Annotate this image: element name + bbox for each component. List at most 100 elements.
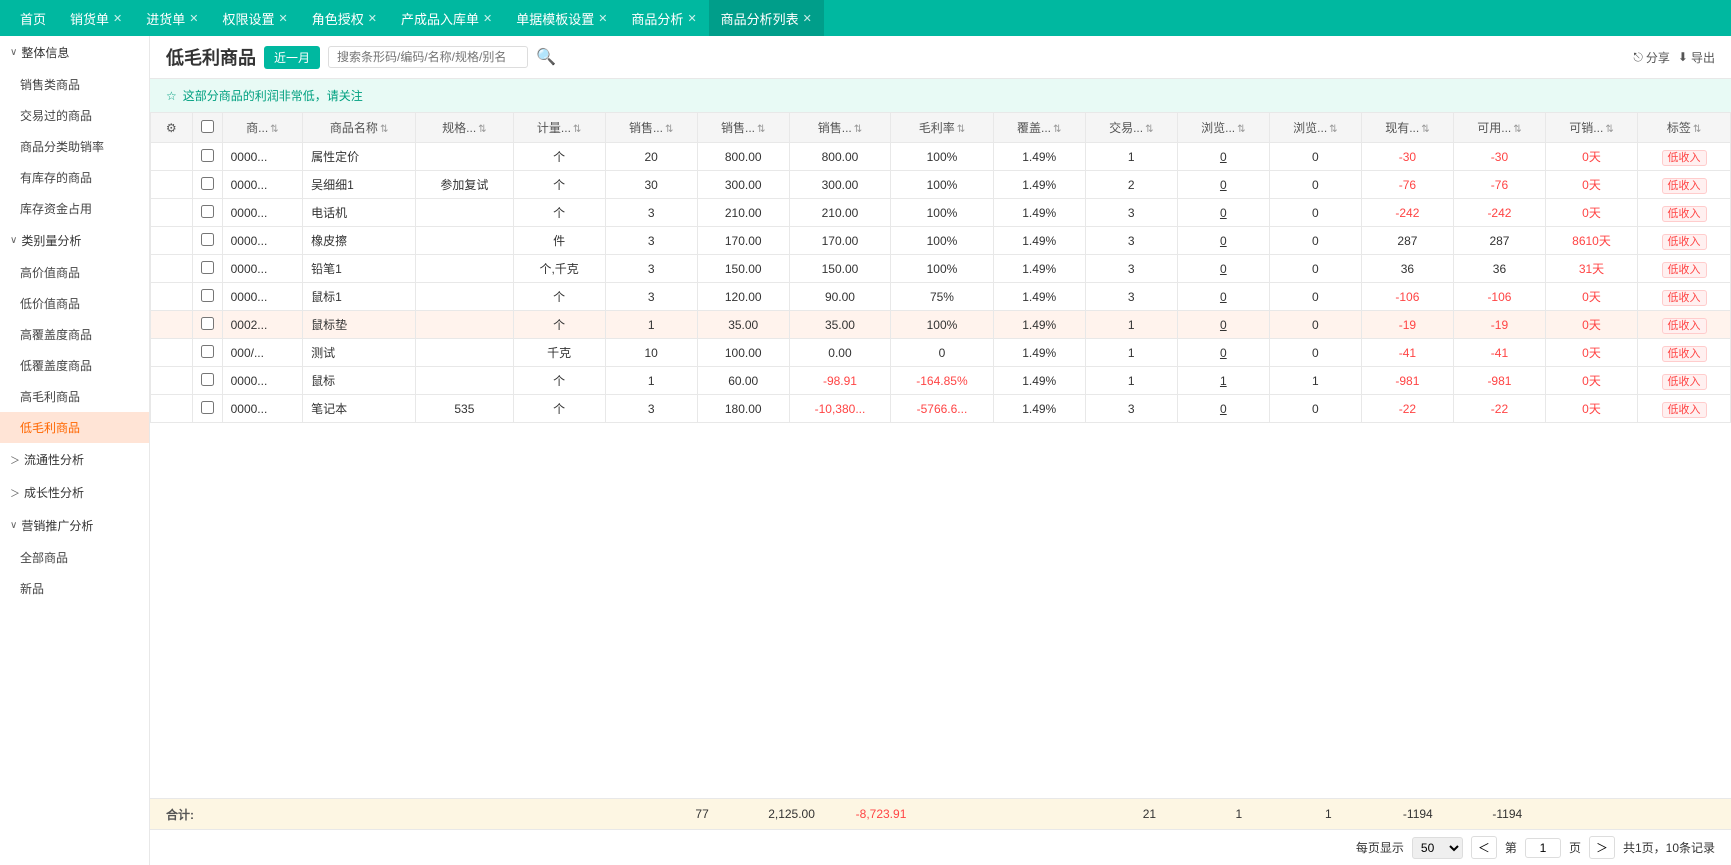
share-button[interactable]: ⎋ 分享 — [1633, 49, 1670, 66]
nav-template[interactable]: 单据模板设置 ✕ — [504, 0, 619, 36]
row-spec — [416, 199, 513, 227]
row-sale-profit: 90.00 — [789, 283, 890, 311]
nav-sales[interactable]: 销货单 ✕ — [58, 0, 134, 36]
export-button[interactable]: ⬇ 导出 — [1678, 49, 1715, 66]
nav-roles[interactable]: 角色授权 ✕ — [300, 0, 389, 36]
time-filter-button[interactable]: 近一月 — [264, 46, 320, 69]
sidebar-item-high-coverage[interactable]: 高覆盖度商品 — [0, 319, 149, 350]
row-view1[interactable]: 0 — [1177, 255, 1269, 283]
select-all-checkbox[interactable] — [201, 120, 214, 133]
nav-product-analysis[interactable]: 商品分析 ✕ — [619, 0, 708, 36]
row-unit: 件 — [513, 227, 605, 255]
prev-page-button[interactable]: ＜ — [1471, 836, 1497, 859]
sidebar-item-low-coverage[interactable]: 低覆盖度商品 — [0, 350, 149, 381]
col-spec[interactable]: 规格...⇅ — [416, 113, 513, 143]
table-row: 0002... 鼠标垫 个 1 35.00 35.00 100% 1.49% 1… — [151, 311, 1731, 339]
row-sellable: 0天 — [1545, 395, 1637, 423]
row-checkbox[interactable] — [192, 255, 222, 283]
row-unit: 千克 — [513, 339, 605, 367]
sidebar-item-sales-goods[interactable]: 销售类商品 — [0, 69, 149, 100]
row-sellable: 0天 — [1545, 171, 1637, 199]
col-sale-profit[interactable]: 销售...⇅ — [789, 113, 890, 143]
next-page-button[interactable]: ＞ — [1589, 836, 1615, 859]
nav-home[interactable]: 首页 — [8, 0, 58, 36]
col-coverage[interactable]: 覆盖...⇅ — [993, 113, 1085, 143]
sidebar-item-new-goods[interactable]: 新品 — [0, 573, 149, 604]
sidebar-item-traded-goods[interactable]: 交易过的商品 — [0, 100, 149, 131]
row-checkbox[interactable] — [192, 171, 222, 199]
col-sale-qty[interactable]: 销售...⇅ — [605, 113, 697, 143]
sidebar-item-low-margin[interactable]: 低毛利商品 — [0, 412, 149, 443]
sidebar-section-category[interactable]: ∨ 类别量分析 — [0, 224, 149, 257]
row-view1[interactable]: 0 — [1177, 283, 1269, 311]
col-code[interactable]: 商...⇅ — [222, 113, 303, 143]
row-view1[interactable]: 0 — [1177, 171, 1269, 199]
close-icon[interactable]: ✕ — [803, 12, 812, 25]
sidebar-item-high-margin[interactable]: 高毛利商品 — [0, 381, 149, 412]
col-name[interactable]: 商品名称⇅ — [303, 113, 416, 143]
col-unit[interactable]: 计量...⇅ — [513, 113, 605, 143]
sidebar-item-category-assist[interactable]: 商品分类助销率 — [0, 131, 149, 162]
col-view2[interactable]: 浏览...⇅ — [1269, 113, 1361, 143]
close-icon[interactable]: ✕ — [113, 12, 122, 25]
col-trade[interactable]: 交易...⇅ — [1085, 113, 1177, 143]
totals-row: 合计: 77 2,125.00 -8,723.91 21 1 1 -1194 -… — [150, 798, 1731, 829]
col-settings[interactable]: ⚙ — [151, 113, 193, 143]
col-checkbox[interactable] — [192, 113, 222, 143]
row-view2: 0 — [1269, 283, 1361, 311]
row-checkbox[interactable] — [192, 283, 222, 311]
close-icon[interactable]: ✕ — [483, 12, 492, 25]
col-view1[interactable]: 浏览...⇅ — [1177, 113, 1269, 143]
row-view1[interactable]: 0 — [1177, 339, 1269, 367]
sidebar-section-flow[interactable]: ＞ 流通性分析 — [0, 443, 149, 476]
sidebar-item-stock-capital[interactable]: 库存资金占用 — [0, 193, 149, 224]
nav-purchase[interactable]: 进货单 ✕ — [134, 0, 210, 36]
page-number-input[interactable] — [1525, 838, 1561, 858]
row-checkbox[interactable] — [192, 199, 222, 227]
sidebar-item-all-goods[interactable]: 全部商品 — [0, 542, 149, 573]
col-tag[interactable]: 标签⇅ — [1638, 113, 1731, 143]
row-name: 电话机 — [303, 199, 416, 227]
row-checkbox[interactable] — [192, 143, 222, 171]
row-checkbox[interactable] — [192, 227, 222, 255]
close-icon[interactable]: ✕ — [598, 12, 607, 25]
nav-permissions[interactable]: 权限设置 ✕ — [210, 0, 299, 36]
row-settings — [151, 171, 193, 199]
page-size-select[interactable]: 50 100 200 — [1412, 837, 1463, 859]
sidebar-section-marketing[interactable]: ∨ 营销推广分析 — [0, 509, 149, 542]
row-coverage: 1.49% — [993, 143, 1085, 171]
col-avail-stock[interactable]: 可用...⇅ — [1453, 113, 1545, 143]
row-checkbox[interactable] — [192, 311, 222, 339]
close-icon[interactable]: ✕ — [687, 12, 696, 25]
row-view1[interactable]: 0 — [1177, 143, 1269, 171]
col-margin[interactable]: 毛利率⇅ — [891, 113, 993, 143]
sidebar-item-stocked-goods[interactable]: 有库存的商品 — [0, 162, 149, 193]
search-icon-button[interactable]: 🔍 — [536, 47, 556, 67]
row-checkbox[interactable] — [192, 395, 222, 423]
row-trade: 3 — [1085, 283, 1177, 311]
row-checkbox[interactable] — [192, 367, 222, 395]
close-icon[interactable]: ✕ — [189, 12, 198, 25]
row-view1[interactable]: 1 — [1177, 367, 1269, 395]
row-sale-amount: 35.00 — [697, 311, 789, 339]
close-icon[interactable]: ✕ — [368, 12, 377, 25]
sidebar-section-overall[interactable]: ∨ 整体信息 — [0, 36, 149, 69]
sidebar-item-low-value[interactable]: 低价值商品 — [0, 288, 149, 319]
nav-product-analysis-list[interactable]: 商品分析列表 ✕ — [709, 0, 824, 36]
col-current-stock[interactable]: 现有...⇅ — [1361, 113, 1453, 143]
nav-product-entry[interactable]: 产成品入库单 ✕ — [389, 0, 504, 36]
sidebar-item-high-value[interactable]: 高价值商品 — [0, 257, 149, 288]
close-icon[interactable]: ✕ — [279, 12, 288, 25]
col-sale-amount[interactable]: 销售...⇅ — [697, 113, 789, 143]
row-sellable: 0天 — [1545, 339, 1637, 367]
row-view1[interactable]: 0 — [1177, 395, 1269, 423]
row-margin: 100% — [891, 227, 993, 255]
sidebar-section-growth[interactable]: ＞ 成长性分析 — [0, 476, 149, 509]
row-checkbox[interactable] — [192, 339, 222, 367]
search-input[interactable] — [328, 46, 528, 68]
row-view1[interactable]: 0 — [1177, 227, 1269, 255]
row-view1[interactable]: 0 — [1177, 311, 1269, 339]
chevron-down-icon: ∨ — [10, 47, 17, 58]
col-sellable[interactable]: 可销...⇅ — [1545, 113, 1637, 143]
row-view1[interactable]: 0 — [1177, 199, 1269, 227]
